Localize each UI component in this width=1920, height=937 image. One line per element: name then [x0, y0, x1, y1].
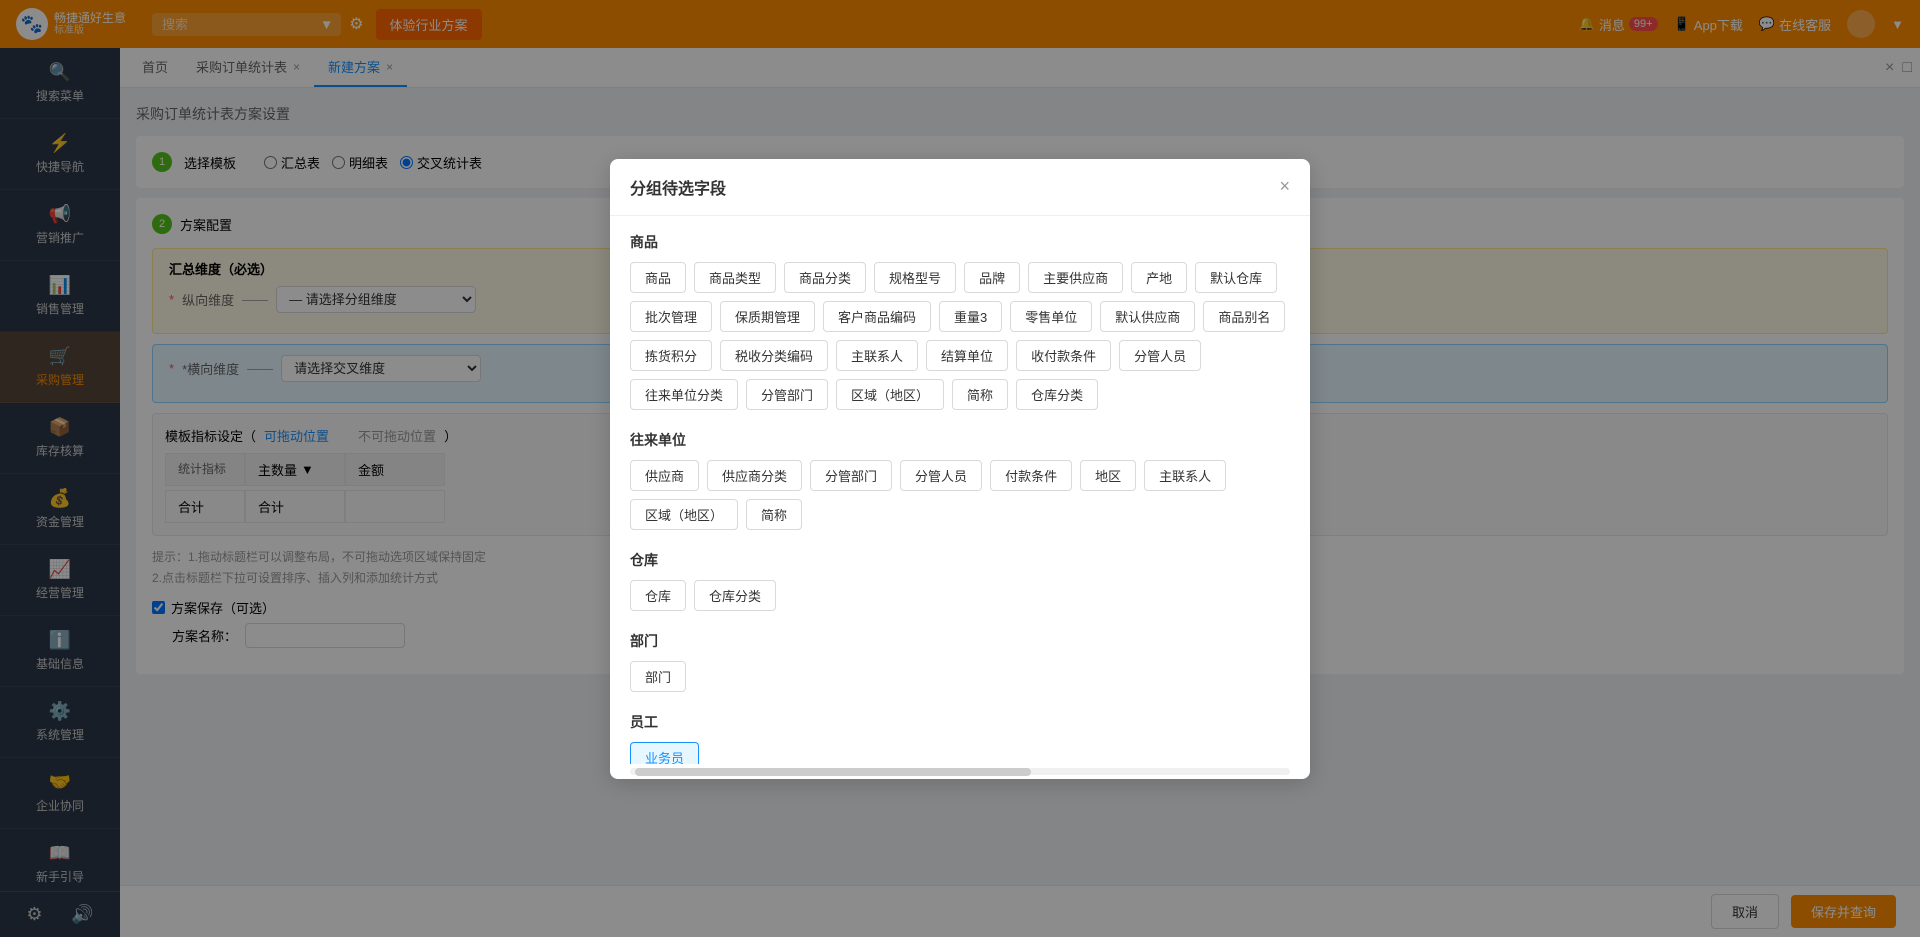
field-tag[interactable]: 品牌 — [964, 262, 1020, 293]
field-tag[interactable]: 保质期管理 — [720, 301, 815, 332]
modal-hscroll-thumb — [635, 768, 1031, 776]
field-tag[interactable]: 供应商 — [630, 460, 699, 491]
field-tag[interactable]: 商品类型 — [694, 262, 776, 293]
field-tag[interactable]: 拣货积分 — [630, 340, 712, 371]
field-group-partner: 往来单位 供应商 供应商分类 分管部门 分管人员 付款条件 地区 主联系人 区域… — [630, 430, 1290, 530]
field-tag[interactable]: 商品别名 — [1203, 301, 1285, 332]
modal-header: 分组待选字段 × — [610, 159, 1310, 216]
field-tag[interactable]: 主联系人 — [1144, 460, 1226, 491]
field-tag[interactable]: 默认仓库 — [1195, 262, 1277, 293]
field-tag[interactable]: 商品 — [630, 262, 686, 293]
field-group-department-title: 部门 — [630, 631, 1290, 651]
field-group-employee-title: 员工 — [630, 712, 1290, 732]
field-group-warehouse-title: 仓库 — [630, 550, 1290, 570]
field-tag[interactable]: 分管人员 — [900, 460, 982, 491]
field-tag[interactable]: 客户商品编码 — [823, 301, 931, 332]
field-group-partner-title: 往来单位 — [630, 430, 1290, 450]
modal-title: 分组待选字段 — [630, 175, 726, 199]
field-tag[interactable]: 分管部门 — [810, 460, 892, 491]
field-tag-salesperson[interactable]: 业务员 — [630, 742, 699, 765]
field-tag[interactable]: 区域（地区） — [836, 379, 944, 410]
field-tag[interactable]: 地区 — [1080, 460, 1136, 491]
field-tag[interactable]: 仓库分类 — [1016, 379, 1098, 410]
field-tags-product: 商品 商品类型 商品分类 规格型号 品牌 主要供应商 产地 默认仓库 批次管理 … — [630, 262, 1290, 410]
modal-body: 商品 商品 商品类型 商品分类 规格型号 品牌 主要供应商 产地 默认仓库 批次… — [610, 216, 1310, 765]
modal-hscroll[interactable] — [630, 768, 1290, 774]
field-tag[interactable]: 产地 — [1131, 262, 1187, 293]
modal-overlay: 分组待选字段 × 商品 商品 商品类型 商品分类 规格型号 品牌 主要供应商 产… — [0, 0, 1920, 937]
field-tag[interactable]: 分管人员 — [1119, 340, 1201, 371]
field-tags-employee: 业务员 — [630, 742, 1290, 765]
field-tag[interactable]: 批次管理 — [630, 301, 712, 332]
field-tag[interactable]: 部门 — [630, 661, 686, 692]
modal-close-btn[interactable]: × — [1279, 176, 1290, 197]
field-tag[interactable]: 简称 — [952, 379, 1008, 410]
field-tag[interactable]: 简称 — [746, 499, 802, 530]
field-tag[interactable]: 往来单位分类 — [630, 379, 738, 410]
field-tags-department: 部门 — [630, 661, 1290, 692]
modal: 分组待选字段 × 商品 商品 商品类型 商品分类 规格型号 品牌 主要供应商 产… — [610, 159, 1310, 779]
field-tag[interactable]: 结算单位 — [926, 340, 1008, 371]
field-tags-partner: 供应商 供应商分类 分管部门 分管人员 付款条件 地区 主联系人 区域（地区） … — [630, 460, 1290, 530]
field-tag[interactable]: 重量3 — [939, 301, 1002, 332]
field-tag[interactable]: 付款条件 — [990, 460, 1072, 491]
field-tag[interactable]: 规格型号 — [874, 262, 956, 293]
field-tag[interactable]: 商品分类 — [784, 262, 866, 293]
field-tag[interactable]: 仓库分类 — [694, 580, 776, 611]
field-group-product-title: 商品 — [630, 232, 1290, 252]
field-tag[interactable]: 主联系人 — [836, 340, 918, 371]
field-group-warehouse: 仓库 仓库 仓库分类 — [630, 550, 1290, 611]
field-group-product: 商品 商品 商品类型 商品分类 规格型号 品牌 主要供应商 产地 默认仓库 批次… — [630, 232, 1290, 410]
field-group-department: 部门 部门 — [630, 631, 1290, 692]
field-tag[interactable]: 税收分类编码 — [720, 340, 828, 371]
field-tags-warehouse: 仓库 仓库分类 — [630, 580, 1290, 611]
field-tag[interactable]: 零售单位 — [1010, 301, 1092, 332]
field-tag[interactable]: 仓库 — [630, 580, 686, 611]
field-tag[interactable]: 收付款条件 — [1016, 340, 1111, 371]
field-tag[interactable]: 主要供应商 — [1028, 262, 1123, 293]
field-group-employee: 员工 业务员 — [630, 712, 1290, 765]
field-tag[interactable]: 区域（地区） — [630, 499, 738, 530]
field-tag[interactable]: 分管部门 — [746, 379, 828, 410]
field-tag[interactable]: 默认供应商 — [1100, 301, 1195, 332]
field-tag[interactable]: 供应商分类 — [707, 460, 802, 491]
